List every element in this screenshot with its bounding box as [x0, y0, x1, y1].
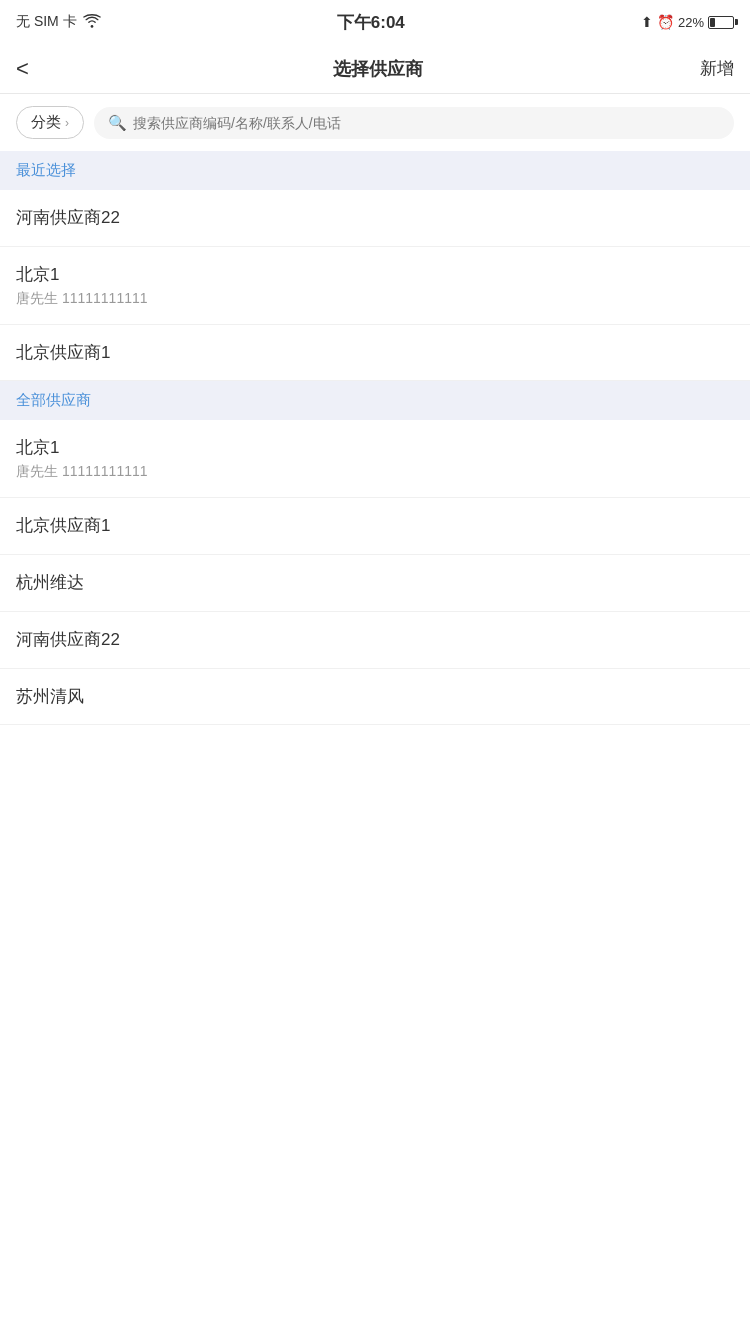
all-section-header: 全部供应商	[0, 381, 750, 420]
battery-icon	[708, 16, 734, 29]
status-left: 无 SIM 卡	[16, 13, 101, 31]
item-sub: 唐先生 11111111111	[16, 290, 734, 308]
item-name: 北京供应商1	[16, 514, 734, 538]
item-name: 河南供应商22	[16, 206, 734, 230]
status-time: 下午6:04	[337, 11, 405, 34]
category-label: 分类	[31, 113, 61, 132]
search-input[interactable]	[133, 115, 720, 131]
status-right: ⬆ ⏰ 22%	[641, 14, 734, 30]
item-name: 苏州清风	[16, 685, 734, 709]
wifi-icon	[83, 14, 101, 31]
recent-section-header: 最近选择	[0, 151, 750, 190]
all-list: 北京1 唐先生 11111111111 北京供应商1 杭州维达河南供应商22 苏州清风	[0, 420, 750, 725]
item-name: 北京1	[16, 436, 734, 460]
location-icon: ⬆	[641, 14, 653, 30]
battery-percent: 22%	[678, 15, 704, 30]
list-item[interactable]: 河南供应商22	[0, 190, 750, 247]
page-title: 选择供应商	[333, 57, 423, 81]
search-icon: 🔍	[108, 114, 127, 132]
list-item[interactable]: 北京供应商1	[0, 325, 750, 382]
item-sub: 唐先生 11111111111	[16, 463, 734, 481]
no-sim-text: 无 SIM 卡	[16, 13, 77, 31]
alarm-icon: ⏰	[657, 14, 674, 30]
item-name: 杭州维达	[16, 571, 734, 595]
filter-bar: 分类 › 🔍	[0, 94, 750, 151]
search-box[interactable]: 🔍	[94, 107, 734, 139]
recent-list: 河南供应商22 北京1 唐先生 11111111111 北京供应商1	[0, 190, 750, 381]
list-item[interactable]: 北京供应商1	[0, 498, 750, 555]
list-item[interactable]: 北京1 唐先生 11111111111	[0, 420, 750, 498]
back-button[interactable]: <	[16, 56, 56, 82]
item-name: 北京供应商1	[16, 341, 734, 365]
nav-bar: < 选择供应商 新增	[0, 44, 750, 94]
item-name: 北京1	[16, 263, 734, 287]
list-item[interactable]: 北京1 唐先生 11111111111	[0, 247, 750, 325]
chevron-right-icon: ›	[65, 116, 69, 130]
list-item[interactable]: 苏州清风	[0, 669, 750, 726]
status-bar: 无 SIM 卡 下午6:04 ⬆ ⏰ 22%	[0, 0, 750, 44]
item-name: 河南供应商22	[16, 628, 734, 652]
list-item[interactable]: 河南供应商22	[0, 612, 750, 669]
add-button[interactable]: 新增	[700, 57, 734, 80]
list-item[interactable]: 杭州维达	[0, 555, 750, 612]
category-button[interactable]: 分类 ›	[16, 106, 84, 139]
